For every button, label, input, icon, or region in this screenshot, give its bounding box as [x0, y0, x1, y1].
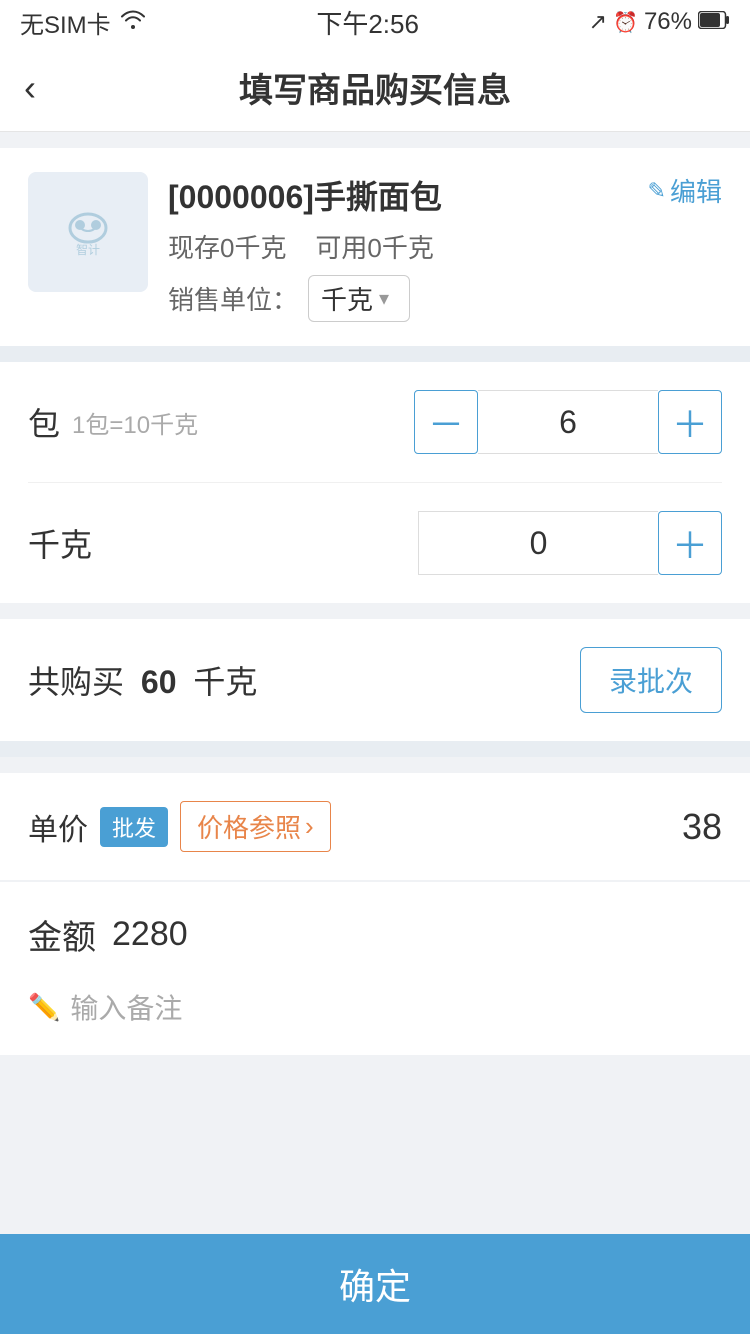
note-row[interactable]: ✏️ 输入备注 [28, 975, 722, 1039]
price-ref-label: 价格参照 [197, 808, 301, 845]
package-qty-input[interactable] [478, 390, 658, 454]
price-label: 单价 [28, 805, 88, 849]
chevron-down-icon: ▾ [379, 286, 389, 311]
product-unit-row: 销售单位： 千克 ▾ [168, 275, 722, 322]
package-row: 包 1包=10千克 － ＋ [28, 362, 722, 483]
status-time: 下午2:56 [316, 4, 419, 41]
price-value: 38 [682, 806, 722, 848]
svg-text:智计: 智计 [76, 242, 100, 257]
product-thumbnail: 智计 [28, 172, 148, 292]
edit-icon: ✎ [648, 178, 666, 204]
price-type-badge: 批发 [100, 807, 168, 847]
unit-select[interactable]: 千克 ▾ [308, 275, 410, 322]
amount-row: 金额 2280 [28, 910, 722, 959]
price-section: 单价 批发 价格参照 › 38 [0, 773, 750, 880]
package-input-controls: － ＋ [414, 390, 722, 454]
total-text: 共购买 60 千克 [28, 657, 257, 703]
amount-value: 2280 [112, 915, 188, 954]
battery-icon [698, 8, 730, 36]
kilogram-label: 千克 [28, 520, 92, 566]
kilogram-input-controls: ＋ [418, 511, 722, 575]
section-divider-2 [0, 741, 750, 757]
status-left: 无SIM卡 [20, 5, 147, 40]
confirm-button[interactable]: 确定 [0, 1234, 750, 1334]
package-label: 包 1包=10千克 [28, 399, 198, 445]
wifi-icon [119, 8, 147, 37]
carrier-label: 无SIM卡 [20, 5, 111, 40]
package-minus-button[interactable]: － [414, 390, 478, 454]
main-content: 智计 [0000006]手撕面包 现存0千克 可用0千克 销售单位： 千克 ▾ … [0, 148, 750, 1155]
status-right: ↗ ⏰ 76% [589, 8, 730, 36]
available-label: 可用0千克 [315, 233, 433, 263]
unit-label: 销售单位： [168, 280, 298, 317]
price-reference-button[interactable]: 价格参照 › [180, 801, 331, 852]
package-hint: 1包=10千克 [72, 405, 198, 440]
location-icon: ↗ [589, 9, 607, 35]
total-prefix: 共购买 [28, 664, 124, 700]
battery-percent: 76% [644, 8, 692, 36]
batch-button[interactable]: 录批次 [580, 647, 722, 713]
nav-bar: ‹ 填写商品购买信息 [0, 44, 750, 132]
kilogram-plus-button[interactable]: ＋ [658, 511, 722, 575]
status-bar: 无SIM卡 下午2:56 ↗ ⏰ 76% [0, 0, 750, 44]
input-section: 包 1包=10千克 － ＋ 千克 ＋ [0, 362, 750, 603]
alarm-icon: ⏰ [613, 10, 638, 35]
page-title: 填写商品购买信息 [239, 63, 511, 112]
product-name: [0000006]手撕面包 [168, 172, 722, 218]
product-logo-icon: 智计 [58, 202, 118, 262]
stock-label: 现存0千克 [168, 233, 286, 263]
product-info: [0000006]手撕面包 现存0千克 可用0千克 销售单位： 千克 ▾ [168, 172, 722, 322]
package-plus-button[interactable]: ＋ [658, 390, 722, 454]
total-unit: 千克 [193, 664, 257, 700]
price-left: 单价 批发 价格参照 › [28, 801, 331, 852]
back-button[interactable]: ‹ [24, 67, 36, 109]
product-stock: 现存0千克 可用0千克 [168, 228, 722, 265]
edit-label: 编辑 [670, 172, 722, 209]
product-card: 智计 [0000006]手撕面包 现存0千克 可用0千克 销售单位： 千克 ▾ … [0, 148, 750, 346]
kilogram-qty-input[interactable] [418, 511, 658, 575]
kilogram-row: 千克 ＋ [28, 483, 722, 603]
package-label-text: 包 [28, 399, 60, 445]
amount-label: 金额 [28, 910, 96, 959]
edit-button[interactable]: ✎ 编辑 [648, 172, 722, 209]
pencil-icon: ✏️ [28, 992, 60, 1023]
total-amount: 60 [141, 664, 177, 700]
total-section: 共购买 60 千克 录批次 [0, 619, 750, 741]
note-label: 输入备注 [70, 987, 182, 1027]
amount-section: 金额 2280 ✏️ 输入备注 [0, 882, 750, 1055]
chevron-right-icon: › [305, 811, 314, 842]
unit-value: 千克 [321, 280, 373, 317]
confirm-label: 确定 [339, 1258, 411, 1310]
section-divider-1 [0, 346, 750, 362]
kilogram-label-text: 千克 [28, 520, 92, 566]
